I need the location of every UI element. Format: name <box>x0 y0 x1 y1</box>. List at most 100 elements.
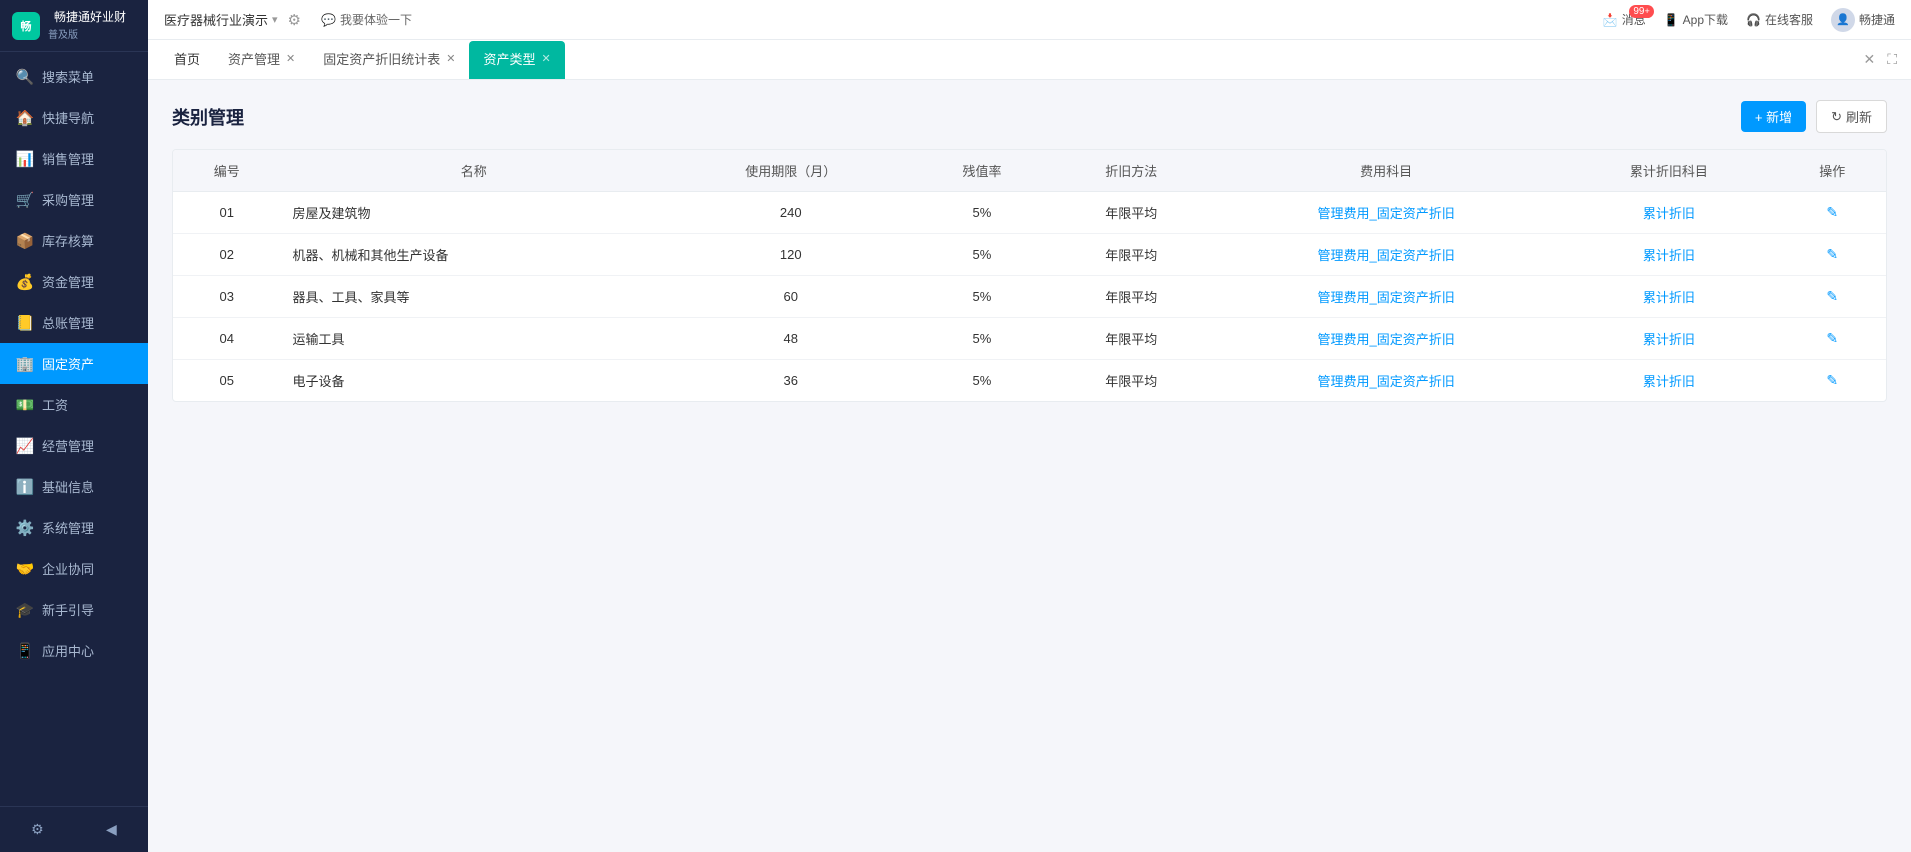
cell-action-4: ✎ <box>1778 360 1886 402</box>
cell-residual-2: 5% <box>914 276 1049 318</box>
feedback-text: 我要体验一下 <box>340 11 412 28</box>
tab-asset-type[interactable]: 资产类型 ✕ <box>469 41 564 79</box>
cell-action-2: ✎ <box>1778 276 1886 318</box>
edit-btn-1[interactable]: ✎ <box>1826 246 1838 262</box>
col-header-residual: 残值率 <box>914 150 1049 192</box>
depreciation-link-0[interactable]: 累计折旧 <box>1643 206 1695 221</box>
sidebar-item-fund[interactable]: 💰 资金管理 <box>0 261 148 302</box>
quick-nav-icon: 🏠 <box>16 109 34 127</box>
sidebar-item-ledger[interactable]: 📒 总账管理 <box>0 302 148 343</box>
fund-icon: 💰 <box>16 273 34 291</box>
purchase-icon: 🛒 <box>16 191 34 209</box>
cell-name-1: 机器、机械和其他生产设备 <box>280 234 667 276</box>
tab-asset-type-close[interactable]: ✕ <box>542 52 551 65</box>
close-tab-btn[interactable]: ✕ <box>1861 49 1877 70</box>
tab-depreciation-table-label: 固定资产折旧统计表 <box>323 49 440 68</box>
sidebar-item-guide[interactable]: 🎓 新手引导 <box>0 589 148 630</box>
ledger-icon: 📒 <box>16 314 34 332</box>
cell-method-1: 年限平均 <box>1050 234 1213 276</box>
fixed-assets-label: 固定资产 <box>42 354 94 373</box>
table-row: 02机器、机械和其他生产设备1205%年限平均管理费用_固定资产折旧累计折旧✎ <box>173 234 1886 276</box>
tab-asset-type-label: 资产类型 <box>483 49 535 68</box>
sidebar-item-quick-nav[interactable]: 🏠 快捷导航 <box>0 97 148 138</box>
table-body: 01房屋及建筑物2405%年限平均管理费用_固定资产折旧累计折旧✎02机器、机械… <box>173 192 1886 402</box>
sidebar-item-sales[interactable]: 📊 销售管理 <box>0 138 148 179</box>
tab-depreciation-table-close[interactable]: ✕ <box>446 52 455 65</box>
cell-depreciation_subject-0: 累计折旧 <box>1559 192 1778 234</box>
cell-code-0: 01 <box>173 192 280 234</box>
cell-residual-0: 5% <box>914 192 1049 234</box>
sidebar-item-operation[interactable]: 📈 经营管理 <box>0 425 148 466</box>
cell-name-3: 运输工具 <box>280 318 667 360</box>
fixed-assets-icon: 🏢 <box>16 355 34 373</box>
cell-depreciation_subject-1: 累计折旧 <box>1559 234 1778 276</box>
app-download-btn[interactable]: 📱 App下载 <box>1664 11 1728 28</box>
sidebar-item-search[interactable]: 🔍 搜索菜单 <box>0 56 148 97</box>
topbar-feedback[interactable]: 💬 我要体验一下 <box>321 11 412 28</box>
sidebar-item-app-center[interactable]: 📱 应用中心 <box>0 630 148 671</box>
cell-residual-1: 5% <box>914 234 1049 276</box>
cell-method-2: 年限平均 <box>1050 276 1213 318</box>
depreciation-link-3[interactable]: 累计折旧 <box>1643 332 1695 347</box>
sidebar-item-fixed-assets[interactable]: 🏢 固定资产 <box>0 343 148 384</box>
tab-asset-manage[interactable]: 资产管理✕ <box>214 41 309 79</box>
system-icon: ⚙️ <box>16 519 34 537</box>
sidebar-item-inventory[interactable]: 📦 库存核算 <box>0 220 148 261</box>
enterprise-icon: 🤝 <box>16 560 34 578</box>
sidebar-item-system[interactable]: ⚙️ 系统管理 <box>0 507 148 548</box>
sidebar-collapse-btn[interactable]: ◀ <box>100 815 123 844</box>
operation-icon: 📈 <box>16 437 34 455</box>
guide-label: 新手引导 <box>42 600 94 619</box>
sidebar-item-purchase[interactable]: 🛒 采购管理 <box>0 179 148 220</box>
refresh-button[interactable]: ↻ 刷新 <box>1816 100 1887 133</box>
workspace-arrow-icon: ▾ <box>272 13 278 26</box>
logo-sub: 普及版 <box>48 26 126 41</box>
expense-link-3[interactable]: 管理费用_固定资产折旧 <box>1318 332 1455 347</box>
tab-asset-manage-close[interactable]: ✕ <box>286 52 295 65</box>
topbar-gear-icon[interactable]: ⚙ <box>288 11 301 29</box>
table-row: 04运输工具485%年限平均管理费用_固定资产折旧累计折旧✎ <box>173 318 1886 360</box>
workspace-selector[interactable]: 医疗器械行业演示 ▾ <box>164 10 278 29</box>
edit-btn-3[interactable]: ✎ <box>1826 330 1838 346</box>
user-label: 畅捷通 <box>1859 11 1895 28</box>
sidebar-item-basic-info[interactable]: ℹ️ 基础信息 <box>0 466 148 507</box>
avatar: 👤 <box>1831 8 1855 32</box>
basic-info-icon: ℹ️ <box>16 478 34 496</box>
expense-link-1[interactable]: 管理费用_固定资产折旧 <box>1318 248 1455 263</box>
app-download-icon: 📱 <box>1664 13 1679 27</box>
online-service-btn[interactable]: 🎧 在线客服 <box>1746 11 1813 28</box>
tab-depreciation-table[interactable]: 固定资产折旧统计表 ✕ <box>309 41 469 79</box>
message-btn[interactable]: 📩 消息 99+ <box>1603 11 1646 28</box>
tab-home[interactable]: 首页 <box>160 41 214 79</box>
edit-btn-0[interactable]: ✎ <box>1826 204 1838 220</box>
basic-info-label: 基础信息 <box>42 477 94 496</box>
tabbar: 首页资产管理✕ 固定资产折旧统计表 ✕ 资产类型 ✕ ✕ ⛶ <box>148 40 1911 80</box>
expense-link-0[interactable]: 管理费用_固定资产折旧 <box>1318 206 1455 221</box>
new-button[interactable]: + 新增 <box>1741 101 1806 132</box>
page-header: 类别管理 + 新增 ↻ 刷新 <box>172 100 1887 133</box>
purchase-label: 采购管理 <box>42 190 94 209</box>
ledger-label: 总账管理 <box>42 313 94 332</box>
cell-code-1: 02 <box>173 234 280 276</box>
sidebar-settings-btn[interactable]: ⚙ <box>25 815 50 844</box>
edit-btn-2[interactable]: ✎ <box>1826 288 1838 304</box>
depreciation-link-2[interactable]: 累计折旧 <box>1643 290 1695 305</box>
user-btn[interactable]: 👤 畅捷通 <box>1831 8 1895 32</box>
expense-link-4[interactable]: 管理费用_固定资产折旧 <box>1318 374 1455 389</box>
col-header-method: 折旧方法 <box>1050 150 1213 192</box>
edit-btn-4[interactable]: ✎ <box>1826 372 1838 388</box>
search-label: 搜索菜单 <box>42 67 94 86</box>
table-header-row: 编号名称使用期限（月）残值率折旧方法费用科目累计折旧科目操作 <box>173 150 1886 192</box>
expense-link-2[interactable]: 管理费用_固定资产折旧 <box>1318 290 1455 305</box>
cell-residual-4: 5% <box>914 360 1049 402</box>
depreciation-link-1[interactable]: 累计折旧 <box>1643 248 1695 263</box>
salary-icon: 💵 <box>16 396 34 414</box>
col-header-expense_subject: 费用科目 <box>1213 150 1559 192</box>
table-row: 01房屋及建筑物2405%年限平均管理费用_固定资产折旧累计折旧✎ <box>173 192 1886 234</box>
cell-depreciation_subject-3: 累计折旧 <box>1559 318 1778 360</box>
maximize-btn[interactable]: ⛶ <box>1885 49 1899 70</box>
sidebar-item-salary[interactable]: 💵 工资 <box>0 384 148 425</box>
cell-expense_subject-1: 管理费用_固定资产折旧 <box>1213 234 1559 276</box>
depreciation-link-4[interactable]: 累计折旧 <box>1643 374 1695 389</box>
sidebar-item-enterprise[interactable]: 🤝 企业协同 <box>0 548 148 589</box>
